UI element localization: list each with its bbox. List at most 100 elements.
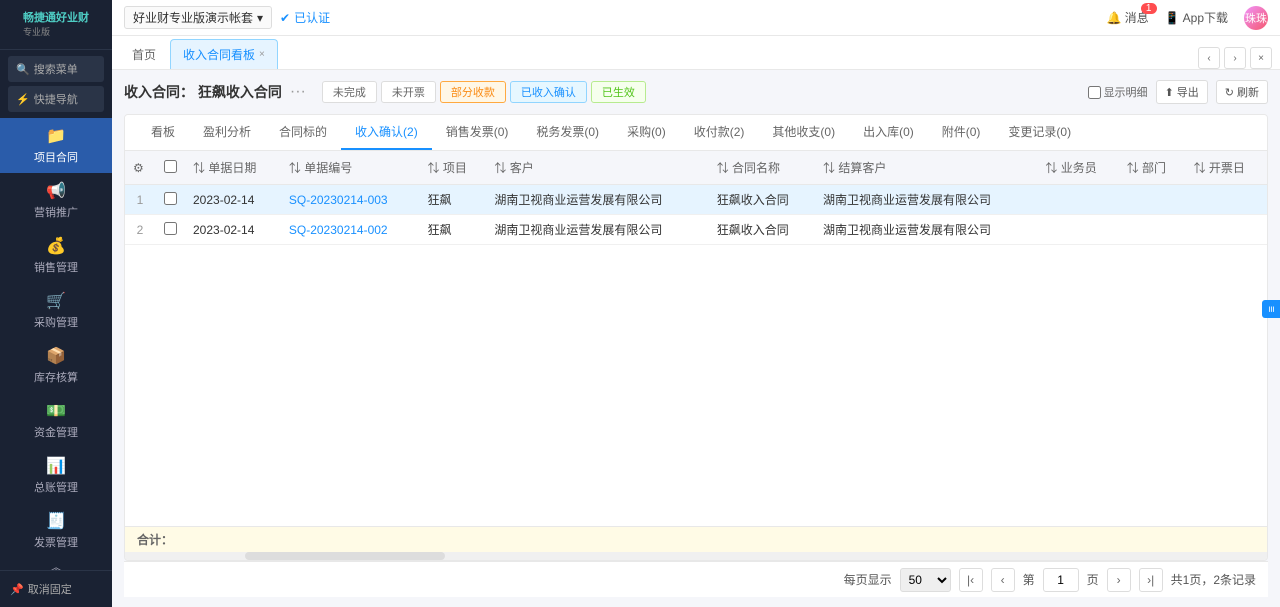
table-footer: 合计： [125,526,1267,552]
row-billno: SQ-20230214-002 [281,215,420,245]
user-avatar[interactable]: 珠珠 [1244,6,1268,30]
sidebar-label-2: 销售管理 [34,259,78,275]
message-button[interactable]: 🔔 1 消息 [1107,9,1149,26]
subtab-合同标的[interactable]: 合同标的 [265,115,341,150]
subtab-销售发票[interactable]: 销售发票(0) [432,115,523,150]
download-icon: 📱 [1165,11,1180,25]
row-checkbox[interactable] [164,222,177,235]
col-contract: ⇅ 合同名称 [709,151,815,185]
content-area: 收入合同： 狂飙收入合同 ··· 未完成未开票部分收款已收入确认已生效 显示明细… [112,70,1280,607]
tab-prev-button[interactable]: ‹ [1198,47,1220,69]
subtab-采购[interactable]: 采购(0) [613,115,680,150]
status-btn-1[interactable]: 未开票 [381,81,436,103]
main-area: 好业财专业版演示帐套 ▾ ✔ 已认证 🔔 1 消息 📱 App下载 珠珠 [112,0,1280,607]
sidebar-label-5: 资金管理 [34,424,78,440]
table-header: ⚙ ⇅ 单据日期 ⇅ 单据编号 ⇅ 项目 ⇅ 客户 ⇅ 合同名称 ⇅ 结算客户 [125,151,1267,185]
sidebar-item-营销推广[interactable]: 📢营销推广 [0,173,112,228]
subtab-出入库[interactable]: 出入库(0) [849,115,928,150]
search-icon: 🔍 [16,63,30,76]
row-billdate [1186,185,1267,215]
page-title: 收入合同： 狂飙收入合同 [124,82,282,102]
row-customer: 湖南卫视商业运营发展有限公司 [486,215,708,245]
col-billno: ⇅ 单据编号 [281,151,420,185]
settings-header: ⚙ [125,151,155,185]
subtab-看板[interactable]: 看板 [137,115,189,150]
sidebar: 畅捷通好业财 专业版 🔍 搜索菜单 ⚡ 快捷导航 📁项目合同📢营销推广💰销售管理… [0,0,112,607]
per-page-select[interactable]: 102050100 [900,568,951,592]
bill-no-link[interactable]: SQ-20230214-003 [289,193,388,207]
bill-no-link[interactable]: SQ-20230214-002 [289,223,388,237]
app-download-button[interactable]: 📱 App下载 [1165,9,1228,26]
sidebar-icon-5: 💵 [46,401,66,421]
tab-close-icon[interactable]: × [259,49,265,60]
first-page-button[interactable]: |‹ [959,568,983,592]
row-customer: 湖南卫视商业运营发展有限公司 [486,185,708,215]
row-contract: 狂飙收入合同 [709,215,815,245]
status-btn-2[interactable]: 部分收款 [440,81,506,103]
refresh-button[interactable]: ↻ 刷新 [1216,80,1268,104]
search-menu-button[interactable]: 🔍 搜索菜单 [8,56,104,82]
company-name: 好业财专业版演示帐套 [133,9,253,26]
table-body: 1 2023-02-14 SQ-20230214-003 狂飙 湖南卫视商业运营… [125,185,1267,245]
subtab-收入确认[interactable]: 收入确认(2) [341,115,432,150]
company-selector[interactable]: 好业财专业版演示帐套 ▾ [124,6,272,29]
table-row[interactable]: 2 2023-02-14 SQ-20230214-002 狂飙 湖南卫视商业运营… [125,215,1267,245]
col-date: ⇅ 单据日期 [185,151,281,185]
sidebar-item-发票管理[interactable]: 🧾发票管理 [0,503,112,558]
bell-icon: 🔔 [1107,11,1122,25]
tab-close-all-button[interactable]: × [1250,47,1272,69]
more-options-button[interactable]: ··· [290,83,306,101]
sidebar-item-采购管理[interactable]: 🛒采购管理 [0,283,112,338]
col-dept: ⇅ 部门 [1119,151,1186,185]
sidebar-item-资金管理[interactable]: 💵 资金管理 [0,393,112,448]
page-input[interactable] [1043,568,1079,592]
status-btn-0[interactable]: 未完成 [322,81,377,103]
subtab-变更记录[interactable]: 变更记录(0) [994,115,1085,150]
sidebar-item-库存核算[interactable]: 📦库存核算 [0,338,112,393]
col-project: ⇅ 项目 [420,151,487,185]
status-btn-3[interactable]: 已收入确认 [510,81,587,103]
lightning-icon: ⚡ [16,93,30,106]
subtab-其他收支[interactable]: 其他收支(0) [758,115,849,150]
sidebar-icon-6: 📊 [46,456,66,476]
sidebar-item-销售管理[interactable]: 💰销售管理 [0,228,112,283]
tab-home[interactable]: 首页 [120,40,168,69]
verified-badge: ✔ 已认证 [280,9,330,26]
unpin-button[interactable]: 📌 取消固定 [6,577,106,601]
show-detail-checkbox[interactable]: 显示明细 [1088,84,1148,100]
next-page-button[interactable]: › [1107,568,1131,592]
status-btn-4[interactable]: 已生效 [591,81,646,103]
app-logo: 畅捷通好业财 专业版 [0,0,112,50]
tab-contract-board[interactable]: 收入合同看板 × [170,39,278,69]
last-page-button[interactable]: ›| [1139,568,1163,592]
quick-panel-button[interactable]: ≡ [1262,300,1280,318]
show-detail-input[interactable] [1088,86,1101,99]
sidebar-item-总账管理[interactable]: 📊 总账管理 [0,448,112,503]
col-salesman: ⇅ 业务员 [1037,151,1118,185]
sidebar-label-6: 总账管理 [34,479,78,495]
subtab-附件[interactable]: 附件(0) [928,115,995,150]
sidebar-item-税务管理[interactable]: 🏛税务管理 [0,558,112,570]
table-row[interactable]: 1 2023-02-14 SQ-20230214-003 狂飙 湖南卫视商业运营… [125,185,1267,215]
row-date: 2023-02-14 [185,215,281,245]
row-checkbox[interactable] [164,192,177,205]
sidebar-item-项目合同[interactable]: 📁项目合同 [0,118,112,173]
settings-icon[interactable]: ⚙ [133,161,144,175]
row-contract: 狂飙收入合同 [709,185,815,215]
select-all-checkbox[interactable] [164,160,177,173]
subtab-收付款[interactable]: 收付款(2) [680,115,759,150]
export-button[interactable]: ⬆ 导出 [1156,80,1208,104]
col-settle: ⇅ 结算客户 [815,151,1037,185]
subtab-盈利分析[interactable]: 盈利分析 [189,115,265,150]
quick-nav-button[interactable]: ⚡ 快捷导航 [8,86,104,112]
row-project: 狂飙 [420,185,487,215]
prev-page-button[interactable]: ‹ [991,568,1015,592]
export-icon: ⬆ [1165,86,1174,99]
subtab-税务发票[interactable]: 税务发票(0) [522,115,613,150]
header-actions: 显示明细 ⬆ 导出 ↻ 刷新 [1088,80,1268,104]
data-table: ⚙ ⇅ 单据日期 ⇅ 单据编号 ⇅ 项目 ⇅ 客户 ⇅ 合同名称 ⇅ 结算客户 [125,151,1267,245]
sidebar-icon-0: 📁 [46,126,66,146]
table-container: ⚙ ⇅ 单据日期 ⇅ 单据编号 ⇅ 项目 ⇅ 客户 ⇅ 合同名称 ⇅ 结算客户 [125,151,1267,526]
tab-next-button[interactable]: › [1224,47,1246,69]
checkbox-header [155,151,185,185]
